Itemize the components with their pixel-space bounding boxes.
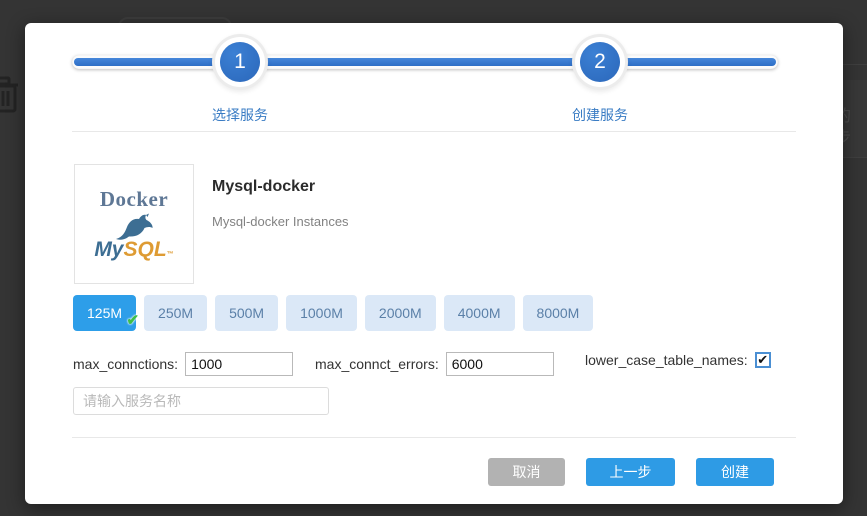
background-text-fragment: 步 [843,130,852,147]
service-subtitle: Mysql-docker Instances [212,214,349,229]
background-text-fragment: 的 [843,108,852,125]
mysql-wordmark: MySQL™ [94,238,174,261]
step-2-circle[interactable]: 2 [580,42,620,82]
background-divider [843,64,867,65]
selected-check-icon: ✔ [126,312,140,329]
create-service-dialog: 1 2 选择服务 创建服务 Docker MySQL™ Mysql-docker… [25,23,843,504]
divider-bottom [72,437,796,438]
service-title: Mysql-docker [212,178,316,195]
docker-wordmark: Docker [99,187,169,211]
previous-button[interactable]: 上一步 [586,458,675,486]
step-2-label: 创建服务 [572,107,628,123]
stepper-track [72,55,778,69]
lower-case-table-names-checkbox[interactable]: ✔ [754,352,771,368]
memory-size-options: 125M ✔ 250M 500M 1000M 2000M 4000M 8000M [73,295,594,331]
max-connect-errors-label: max_connct_errors: [315,356,439,372]
create-button[interactable]: 创建 [696,458,774,486]
background-divider [843,157,867,158]
mysql-dolphin-icon [75,213,193,241]
max-connections-input[interactable] [185,352,294,376]
memory-option-4000m[interactable]: 4000M [443,295,515,331]
parameters-row: max_connctions: max_connct_errors: lower… [73,352,796,378]
service-name-input[interactable] [73,387,329,415]
divider-top [72,131,796,132]
stepper-progress-fill [74,58,776,66]
step-1-label: 选择服务 [212,107,268,123]
trash-icon [0,76,20,119]
cancel-button[interactable]: 取消 [488,458,565,486]
service-logo: Docker MySQL™ [74,164,194,284]
max-connections-label: max_connctions: [73,356,179,372]
max-connect-errors-input[interactable] [445,352,554,376]
memory-option-125m[interactable]: 125M ✔ [73,295,139,331]
dialog-footer: 取消 上一步 创建 [488,458,774,486]
memory-option-250m[interactable]: 250M [144,295,208,331]
lower-case-table-names-label: lower_case_table_names: [585,352,748,368]
memory-option-2000m[interactable]: 2000M [364,295,436,331]
memory-option-1000m[interactable]: 1000M [286,295,357,331]
memory-option-8000m[interactable]: 8000M [522,295,594,331]
memory-option-500m[interactable]: 500M [215,295,279,331]
step-1-circle[interactable]: 1 [220,42,260,82]
